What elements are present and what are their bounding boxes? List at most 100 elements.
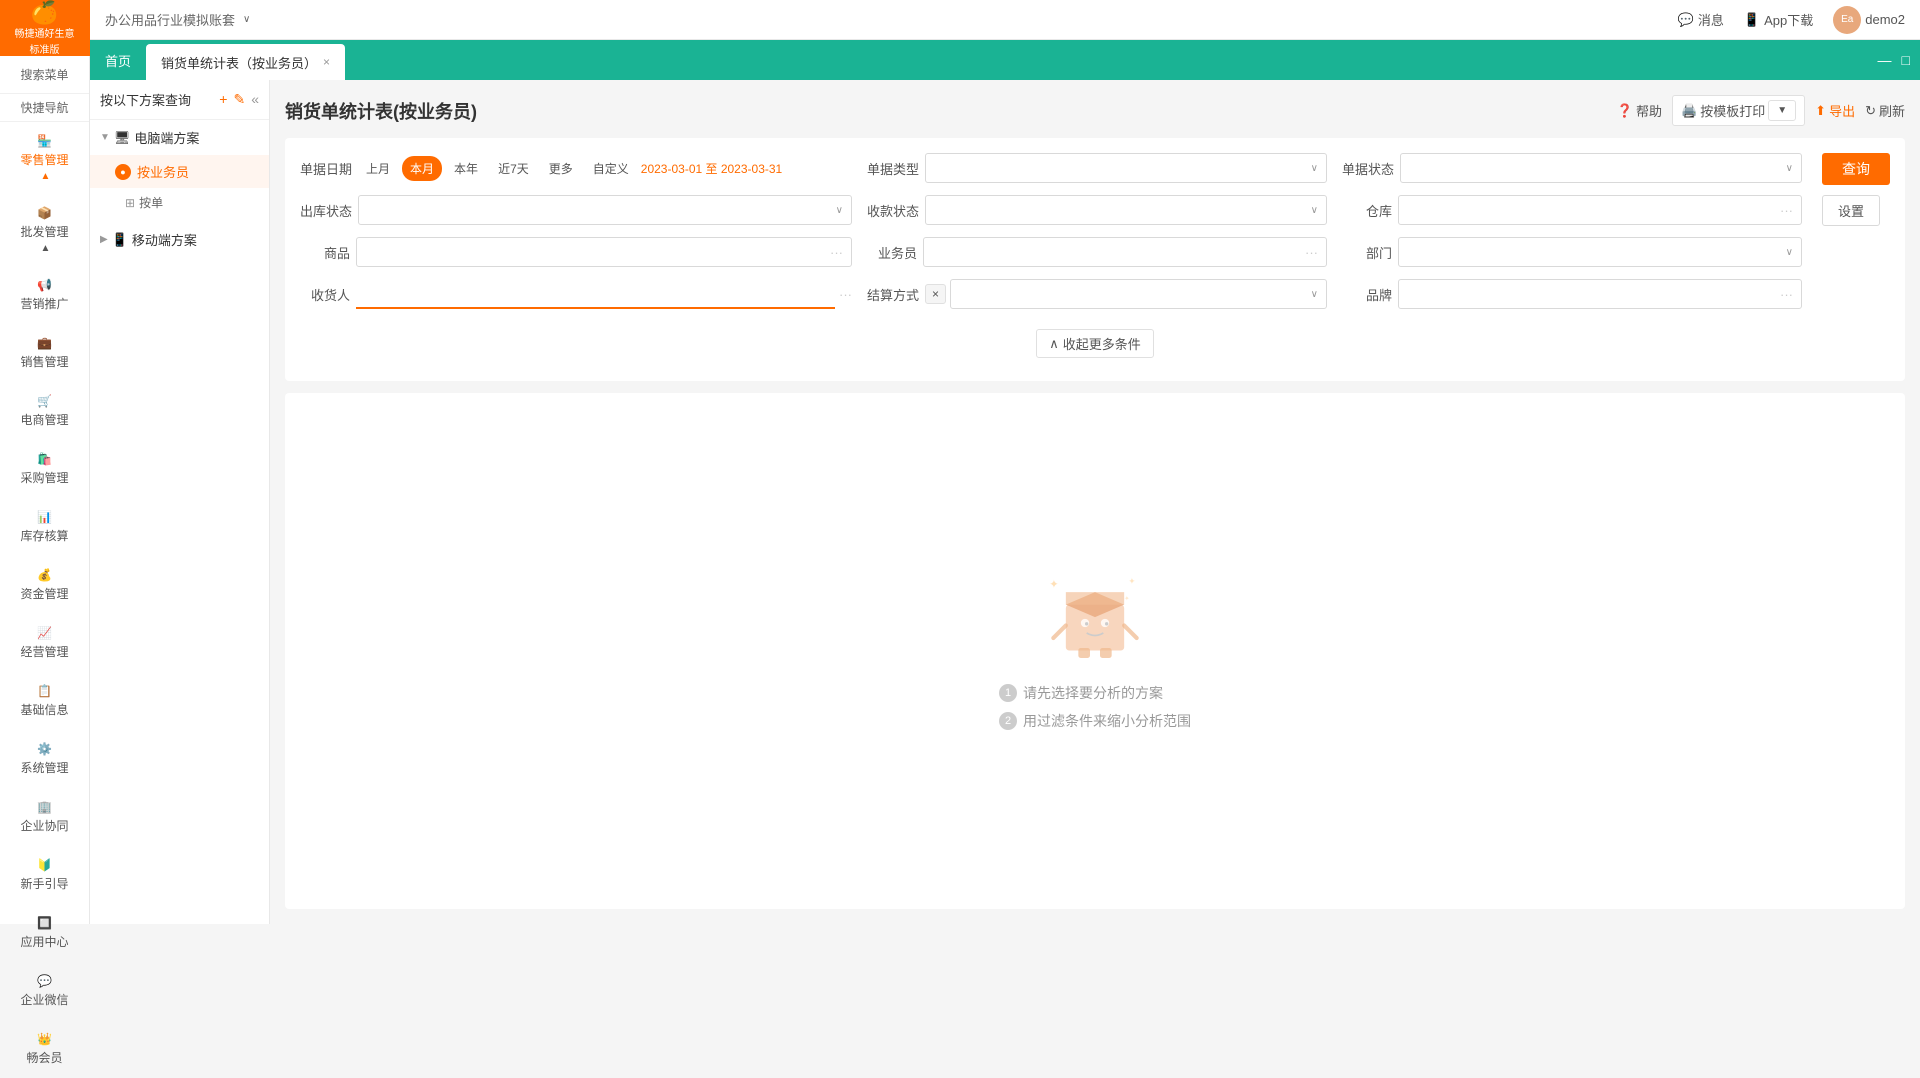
sidebar-item-sales[interactable]: 💼 销售管理 [0, 324, 89, 382]
salesperson-label: 业务员 [867, 243, 917, 262]
main-content: 销货单统计表(按业务员) ❓ 帮助 🖨️ 按模板打印 ▼ ⬆ 导出 [270, 80, 1920, 924]
sidebar-item-purchase[interactable]: 🛍️ 采购管理 [0, 440, 89, 498]
search-menu-section[interactable]: 搜索菜单 [0, 56, 89, 94]
tab-close-btn[interactable]: × [323, 55, 330, 69]
help-btn[interactable]: ❓ 帮助 [1617, 101, 1662, 120]
finance-label: 资金管理 [20, 585, 68, 602]
filter-area: 单据日期 上月 本月 本年 近7天 更多 自定义 2023-03-01 至 20… [285, 138, 1905, 381]
date-btn-this-year[interactable]: 本年 [446, 156, 486, 181]
goods-label: 商品 [300, 243, 350, 262]
tab-home[interactable]: 首页 [90, 40, 146, 80]
goods-field[interactable]: ··· [356, 237, 852, 267]
scheme-panel-header: 按以下方案查询 + ✎ « [90, 80, 269, 120]
wholesale-arrow: ▲ [41, 243, 51, 254]
scheme-item-salesperson[interactable]: ● 按业务员 [90, 155, 269, 188]
desktop-group-header[interactable]: ▼ 🖥 电脑端方案 [90, 120, 269, 155]
sidebar-item-member[interactable]: 👑 畅会员 [0, 1020, 89, 1078]
filter-item-brand: 品牌 ··· [1342, 279, 1802, 309]
collapse-row: ∧ 收起更多条件 [300, 321, 1890, 366]
filter-row-1: 单据日期 上月 本月 本年 近7天 更多 自定义 2023-03-01 至 20… [300, 153, 1802, 183]
user-avatar: Ea [1833, 6, 1861, 34]
settlement-select[interactable]: ∨ [950, 279, 1327, 309]
date-btn-custom[interactable]: 自定义 [585, 156, 637, 181]
template-print-btn[interactable]: 🖨️ 按模板打印 ▼ [1672, 95, 1805, 126]
warehouse-dots: ··· [1780, 203, 1793, 218]
tip-num-2: 2 [999, 712, 1017, 730]
mobile-group-header[interactable]: ▶ 📱 移动端方案 [90, 222, 269, 257]
date-btn-more[interactable]: 更多 [541, 156, 581, 181]
app-download-icon: 📱 [1744, 12, 1760, 28]
doc-status-select[interactable]: ∨ [1400, 153, 1802, 183]
sidebar-item-appstore[interactable]: 🔲 应用中心 [0, 904, 89, 962]
scheme-panel-title: 按以下方案查询 [100, 90, 191, 109]
help-icon: ❓ [1617, 103, 1633, 119]
doc-type-select[interactable]: ∨ [925, 153, 1327, 183]
logo-icon: 🍊 [31, 0, 58, 26]
sidebar-item-operation[interactable]: 📈 经营管理 [0, 614, 89, 672]
refresh-btn[interactable]: ↻ 刷新 [1865, 101, 1905, 120]
mobile-scheme-group: ▶ 📱 移动端方案 [90, 222, 269, 257]
goods-dots: ··· [830, 245, 843, 260]
date-btn-7days[interactable]: 近7天 [490, 156, 537, 181]
query-btn[interactable]: 查询 [1822, 153, 1890, 185]
date-range: 2023-03-01 至 2023-03-31 [641, 160, 782, 177]
main-area: 办公用品行业模拟账套 ∨ 💬 消息 📱 App下载 Ea demo2 首页 [90, 0, 1920, 924]
scheme-sub-item[interactable]: ⊞ 按单 [90, 188, 269, 217]
collapse-more-btn[interactable]: ∧ 收起更多条件 [1036, 329, 1154, 358]
top-header-left: 办公用品行业模拟账套 ∨ [105, 10, 250, 29]
finance-icon: 💰 [37, 568, 52, 582]
settlement-tag-close[interactable]: × [932, 287, 939, 301]
top-nav-title[interactable]: 办公用品行业模拟账套 [105, 10, 235, 29]
sidebar-item-finance[interactable]: 💰 资金管理 [0, 556, 89, 614]
sidebar-item-wechat[interactable]: 💬 企业微信 [0, 962, 89, 1020]
user-profile-btn[interactable]: Ea demo2 [1833, 6, 1905, 34]
date-btn-last-month[interactable]: 上月 [358, 156, 398, 181]
sidebar-item-enterprise[interactable]: 🏢 企业协同 [0, 788, 89, 846]
basic-icon: 📋 [37, 684, 52, 698]
messages-icon: 💬 [1678, 12, 1694, 28]
scheme-add-btn[interactable]: + [219, 91, 227, 108]
date-btn-this-month[interactable]: 本月 [402, 156, 442, 181]
scheme-edit-btn[interactable]: ✎ [233, 91, 245, 108]
inventory-icon: 📊 [37, 510, 52, 524]
consignee-input[interactable] [356, 279, 835, 309]
salesperson-field[interactable]: ··· [923, 237, 1327, 267]
app-logo[interactable]: 🍊 畅捷通好生意 标准版 [0, 0, 90, 56]
tab-active[interactable]: 销货单统计表（按业务员） × [146, 44, 345, 80]
sidebar-item-newbie[interactable]: 🔰 新手引导 [0, 846, 89, 904]
ecommerce-icon: 🛒 [37, 394, 52, 408]
app-download-label: App下载 [1764, 10, 1813, 29]
messages-btn[interactable]: 💬 消息 [1678, 10, 1724, 29]
filter-right-buttons: 查询 设置 [1822, 153, 1890, 226]
scheme-collapse-btn[interactable]: « [251, 91, 259, 108]
wechat-label: 企业微信 [20, 991, 68, 1008]
sidebar-item-system[interactable]: ⚙️ 系统管理 [0, 730, 89, 788]
window-maximize-btn[interactable]: □ [1902, 52, 1910, 68]
sidebar-item-wholesale[interactable]: 📦 批发管理 ▲ [0, 194, 89, 266]
sidebar-item-ecommerce[interactable]: 🛒 电商管理 [0, 382, 89, 440]
mobile-group-triangle: ▶ [100, 234, 108, 245]
search-menu-label[interactable]: 搜索菜单 [20, 68, 68, 82]
department-select[interactable]: ∨ [1398, 237, 1802, 267]
sidebar-item-marketing[interactable]: 📢 营销推广 [0, 266, 89, 324]
window-minimize-btn[interactable]: — [1878, 52, 1892, 68]
quick-nav-label[interactable]: 快捷导航 [20, 101, 68, 115]
export-btn[interactable]: ⬆ 导出 [1815, 101, 1855, 120]
brand-field[interactable]: ··· [1398, 279, 1802, 309]
page-title-bar: 销货单统计表(按业务员) ❓ 帮助 🖨️ 按模板打印 ▼ ⬆ 导出 [285, 95, 1905, 126]
ecommerce-label: 电商管理 [20, 411, 68, 428]
empty-tip-1: 1 请先选择要分析的方案 [999, 683, 1191, 703]
sidebar-item-inventory[interactable]: 📊 库存核算 [0, 498, 89, 556]
settlement-label: 结算方式 [867, 285, 919, 304]
receipt-status-select[interactable]: ∨ [925, 195, 1327, 225]
newbie-label: 新手引导 [20, 875, 68, 892]
quick-nav-section[interactable]: 快捷导航 [0, 94, 89, 122]
warehouse-field[interactable]: ··· [1398, 195, 1802, 225]
sidebar-item-basic[interactable]: 📋 基础信息 [0, 672, 89, 730]
top-nav-dropdown-arrow[interactable]: ∨ [243, 14, 250, 25]
out-status-select[interactable]: ∨ [358, 195, 852, 225]
settings-btn[interactable]: 设置 [1822, 195, 1880, 226]
refresh-label: 刷新 [1879, 101, 1905, 120]
app-download-btn[interactable]: 📱 App下载 [1744, 10, 1813, 29]
sidebar-item-retail[interactable]: 🏪 零售管理 ▲ [0, 122, 89, 194]
